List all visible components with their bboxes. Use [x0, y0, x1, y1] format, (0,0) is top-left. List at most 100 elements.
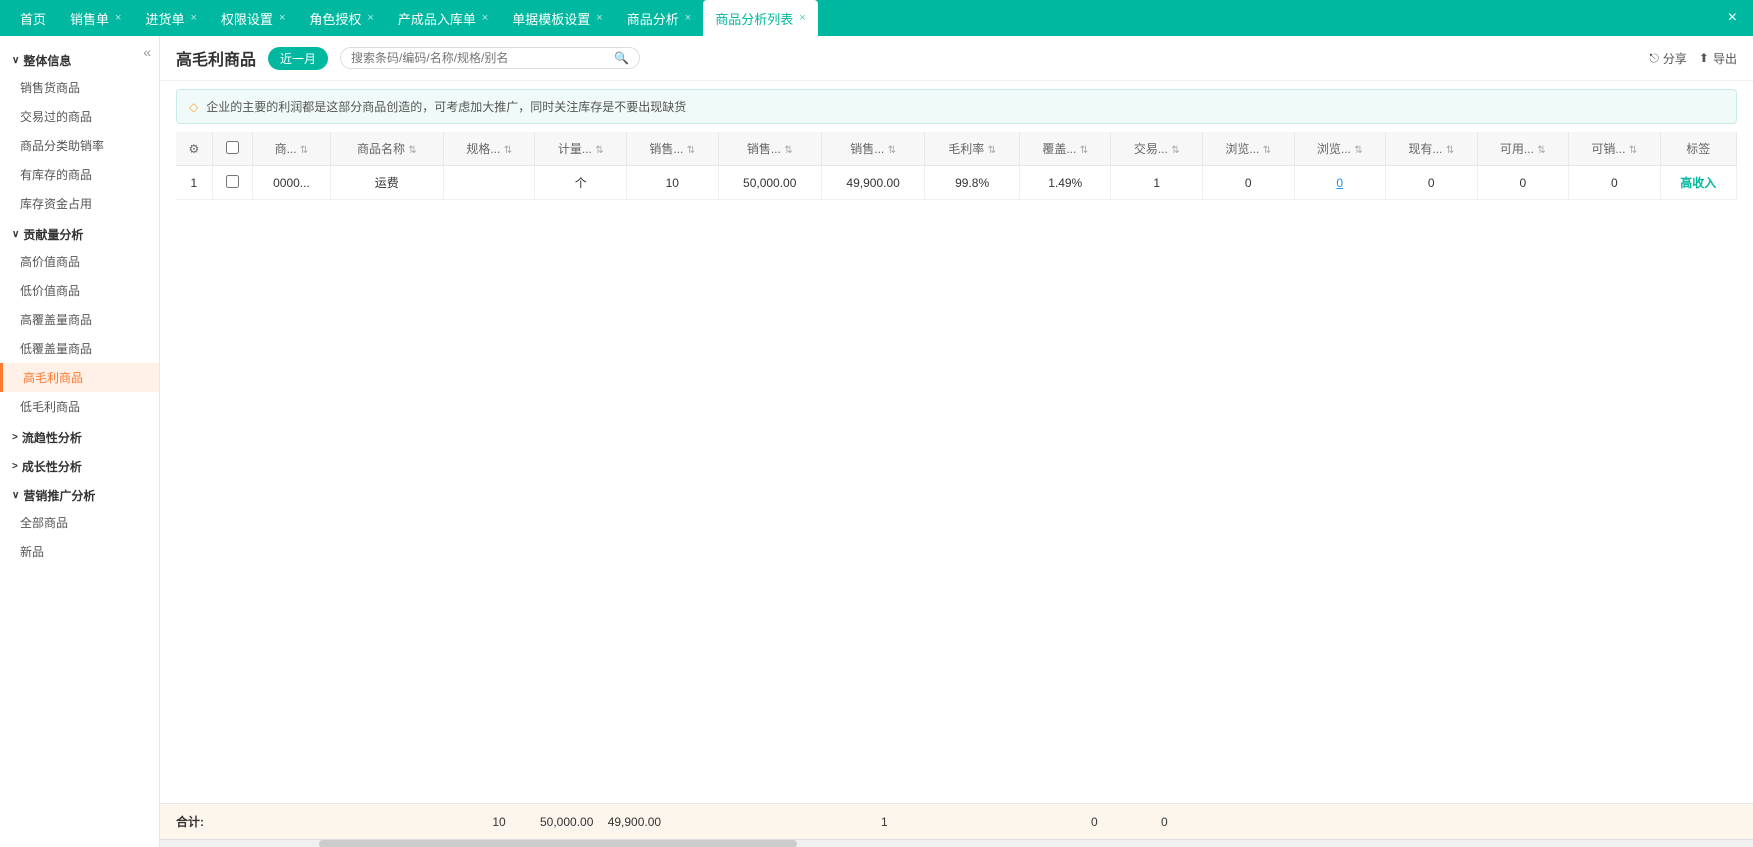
nav-close-btn[interactable]: × — [482, 12, 488, 24]
col-header-2[interactable]: 商... ⇅ — [253, 132, 330, 166]
nav-item-商品分析[interactable]: 商品分析× — [615, 0, 703, 36]
sidebar-item-高覆盖量商品[interactable]: 高覆盖量商品 — [0, 305, 159, 334]
table-row: 10000...运费个1050,000.0049,900.0099.8%1.49… — [176, 166, 1737, 200]
footer-cell-5: 50,000.00 — [534, 815, 599, 829]
sort-icon[interactable]: ⇅ — [1446, 145, 1454, 156]
table-cell-0-4 — [443, 166, 535, 200]
sort-icon[interactable]: ⇅ — [988, 145, 996, 156]
nav-close-btn[interactable]: × — [190, 12, 196, 24]
sidebar: « ∨整体信息销售货商品交易过的商品商品分类助销率有库存的商品库存资金占用∨贡献… — [0, 36, 160, 847]
nav-item-商品分析列表[interactable]: 商品分析列表× — [703, 0, 817, 36]
nav-label: 进货单 — [145, 9, 184, 28]
sidebar-item-有库存的商品[interactable]: 有库存的商品 — [0, 160, 159, 189]
sidebar-item-全部商品[interactable]: 全部商品 — [0, 508, 159, 537]
col-label: 销售... — [747, 142, 781, 156]
col-header-12[interactable]: 浏览... ⇅ — [1202, 132, 1294, 166]
col-header-4[interactable]: 规格... ⇅ — [443, 132, 535, 166]
period-button[interactable]: 近一月 — [268, 47, 328, 70]
nav-close-btn[interactable]: × — [115, 12, 121, 24]
sidebar-item-新品[interactable]: 新品 — [0, 537, 159, 566]
nav-close-btn[interactable]: × — [685, 12, 691, 24]
sidebar-group-营销推广分析[interactable]: ∨营销推广分析 — [0, 479, 159, 508]
select-all-checkbox[interactable] — [226, 141, 239, 154]
sort-icon[interactable]: ⇅ — [1537, 145, 1545, 156]
export-icon: ⬆ — [1699, 51, 1709, 65]
sort-icon[interactable]: ⇅ — [1629, 145, 1637, 156]
sort-icon[interactable]: ⇅ — [1354, 145, 1362, 156]
sidebar-item-低价值商品[interactable]: 低价值商品 — [0, 276, 159, 305]
sidebar-group-成长性分析[interactable]: >成长性分析 — [0, 450, 159, 479]
share-icon: ⎋ — [1649, 51, 1659, 66]
nav-item-角色授权[interactable]: 角色授权× — [297, 0, 385, 36]
col-label: 商... — [275, 142, 297, 156]
sort-icon[interactable]: ⇅ — [504, 145, 512, 156]
sidebar-item-销售货商品[interactable]: 销售货商品 — [0, 73, 159, 102]
nav-item-首页[interactable]: 首页 — [8, 0, 58, 36]
sidebar-item-交易过的商品[interactable]: 交易过的商品 — [0, 102, 159, 131]
col-label: 浏览... — [1317, 142, 1351, 156]
col-header-5[interactable]: 计量... ⇅ — [535, 132, 627, 166]
col-header-16[interactable]: 可销... ⇅ — [1569, 132, 1661, 166]
sort-icon[interactable]: ⇅ — [888, 145, 896, 156]
col-label: 销售... — [649, 142, 683, 156]
col-header-14[interactable]: 现有... ⇅ — [1386, 132, 1478, 166]
nav-item-产成品入库单[interactable]: 产成品入库单× — [386, 0, 500, 36]
table-cell-0-13[interactable]: 0 — [1294, 166, 1386, 200]
horizontal-scrollbar[interactable] — [160, 839, 1753, 847]
col-header-11[interactable]: 交易... ⇅ — [1111, 132, 1203, 166]
footer-cell-8 — [759, 815, 849, 829]
nav-close-btn[interactable]: × — [799, 12, 805, 24]
table-cell-0-1[interactable] — [212, 166, 253, 200]
sort-icon[interactable]: ⇅ — [784, 145, 792, 156]
nav-item-销售单[interactable]: 销售单× — [58, 0, 133, 36]
sidebar-item-低毛利商品[interactable]: 低毛利商品 — [0, 392, 159, 421]
col-header-8[interactable]: 销售... ⇅ — [821, 132, 924, 166]
sort-icon[interactable]: ⇅ — [687, 145, 695, 156]
group-arrow: ∨ — [12, 55, 19, 66]
nav-close-btn[interactable]: × — [596, 12, 602, 24]
sort-icon[interactable]: ⇅ — [300, 145, 308, 156]
sidebar-group-贡献量分析[interactable]: ∨贡献量分析 — [0, 218, 159, 247]
product-table: ⚙商... ⇅商品名称 ⇅规格... ⇅计量... ⇅销售... ⇅销售... … — [176, 132, 1737, 200]
sidebar-group-流趋性分析[interactable]: >流趋性分析 — [0, 421, 159, 450]
sort-icon[interactable]: ⇅ — [595, 145, 603, 156]
sidebar-group-整体信息[interactable]: ∨整体信息 — [0, 44, 159, 73]
footer-label: 合计: — [176, 813, 204, 830]
col-header-3[interactable]: 商品名称 ⇅ — [330, 132, 443, 166]
nav-close-btn[interactable]: × — [367, 12, 373, 24]
share-button[interactable]: ⎋ 分享 — [1649, 50, 1687, 67]
sort-icon[interactable]: ⇅ — [408, 145, 416, 156]
col-header-9[interactable]: 毛利率 ⇅ — [925, 132, 1020, 166]
col-header-7[interactable]: 销售... ⇅ — [718, 132, 821, 166]
sort-icon[interactable]: ⇅ — [1171, 145, 1179, 156]
search-input[interactable] — [351, 51, 614, 65]
col-header-13[interactable]: 浏览... ⇅ — [1294, 132, 1386, 166]
col-label: 覆盖... — [1042, 142, 1076, 156]
sort-icon[interactable]: ⇅ — [1263, 145, 1271, 156]
col-header-6[interactable]: 销售... ⇅ — [627, 132, 719, 166]
col-header-0: ⚙ — [176, 132, 212, 166]
sidebar-item-低覆盖量商品[interactable]: 低覆盖量商品 — [0, 334, 159, 363]
sidebar-collapse-btn[interactable]: « — [143, 44, 151, 60]
col-header-10[interactable]: 覆盖... ⇅ — [1019, 132, 1111, 166]
table-cell-0-6: 10 — [627, 166, 719, 200]
sort-icon[interactable]: ⇅ — [1080, 145, 1088, 156]
nav-item-单据模板设置[interactable]: 单据模板设置× — [500, 0, 614, 36]
col-header-15[interactable]: 可用... ⇅ — [1477, 132, 1569, 166]
search-icon[interactable]: 🔍 — [614, 51, 629, 65]
footer-cell-9: 1 — [849, 815, 919, 829]
col-label: 交易... — [1134, 142, 1168, 156]
export-button[interactable]: ⬆ 导出 — [1699, 50, 1737, 67]
group-title: 流趋性分析 — [22, 429, 82, 446]
table-cell-0-9: 99.8% — [925, 166, 1020, 200]
nav-item-进货单[interactable]: 进货单 × — [133, 0, 208, 36]
sidebar-item-库存资金占用[interactable]: 库存资金占用 — [0, 189, 159, 218]
nav-item-权限设置[interactable]: 权限设置× — [209, 0, 297, 36]
sidebar-item-高价值商品[interactable]: 高价值商品 — [0, 247, 159, 276]
close-all-tabs[interactable]: × — [1720, 9, 1745, 27]
scrollbar-thumb[interactable] — [319, 840, 797, 847]
sidebar-item-高毛利商品[interactable]: 高毛利商品 — [0, 363, 159, 392]
sidebar-item-商品分类助销率[interactable]: 商品分类助销率 — [0, 131, 159, 160]
nav-close-btn[interactable]: × — [279, 12, 285, 24]
row-checkbox[interactable] — [226, 175, 239, 188]
